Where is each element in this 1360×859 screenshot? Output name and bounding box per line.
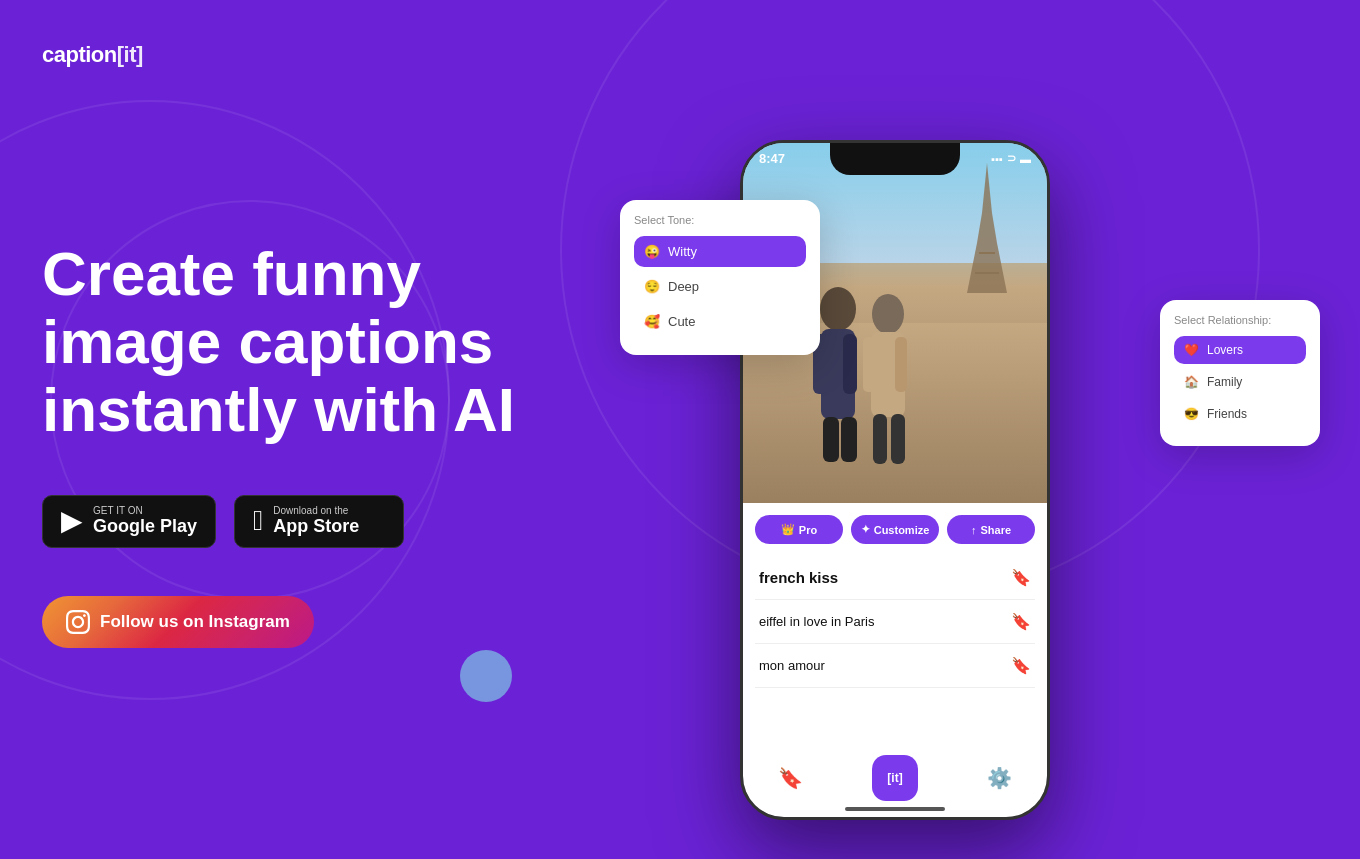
bookmark-icon-1[interactable]: 🔖 xyxy=(1011,568,1031,587)
svg-point-11 xyxy=(872,294,904,334)
home-indicator xyxy=(845,807,945,811)
instagram-label: Follow us on Instagram xyxy=(100,612,290,632)
caption-item-1[interactable]: french kiss 🔖 xyxy=(755,556,1035,600)
tone-witty-icon: 😜 xyxy=(644,244,660,259)
svg-rect-16 xyxy=(891,414,905,464)
svg-marker-0 xyxy=(982,163,992,213)
bookmark-icon-3[interactable]: 🔖 xyxy=(1011,656,1031,675)
svg-rect-15 xyxy=(873,414,887,464)
nav-logo-text: [it] xyxy=(887,771,902,785)
phone-area: Select Tone: 😜 Witty 😌 Deep 🥰 Cute Selec… xyxy=(620,80,1320,859)
google-play-icon: ▶ xyxy=(61,507,83,535)
left-content: Create funny image captions instantly wi… xyxy=(42,240,642,648)
svg-point-5 xyxy=(820,287,856,331)
rel-friends[interactable]: 😎 Friends xyxy=(1174,400,1306,428)
rel-lovers[interactable]: ❤️ Lovers xyxy=(1174,336,1306,364)
svg-marker-2 xyxy=(967,243,1007,293)
crown-icon: 👑 xyxy=(781,523,795,536)
nav-bookmark-icon[interactable]: 🔖 xyxy=(778,766,803,790)
google-play-label-big: Google Play xyxy=(93,516,197,538)
rel-family-icon: 🏠 xyxy=(1184,375,1199,389)
tone-deep-icon: 😌 xyxy=(644,279,660,294)
wifi-icon: ⊃ xyxy=(1007,152,1016,165)
svg-marker-1 xyxy=(977,213,997,243)
rel-friends-label: Friends xyxy=(1207,407,1247,421)
phone-time: 8:47 xyxy=(759,151,785,166)
tone-witty-label: Witty xyxy=(668,244,697,259)
headline-line3: instantly with AI xyxy=(42,376,642,444)
share-label: Share xyxy=(980,524,1011,536)
nav-settings-icon[interactable]: ⚙️ xyxy=(987,766,1012,790)
pro-label: Pro xyxy=(799,524,817,536)
svg-rect-14 xyxy=(895,337,907,392)
svg-rect-10 xyxy=(841,417,857,462)
headline: Create funny image captions instantly wi… xyxy=(42,240,642,445)
caption-text-3: mon amour xyxy=(759,658,825,673)
google-play-label-small: GET IT ON xyxy=(93,506,197,516)
phone-nav: 🔖 [it] ⚙️ xyxy=(743,755,1047,801)
pro-button[interactable]: 👑 Pro xyxy=(755,515,843,544)
store-buttons: ▶ GET IT ON Google Play  Download on th… xyxy=(42,495,642,549)
headline-line2: image captions xyxy=(42,308,642,376)
relationship-panel: Select Relationship: ❤️ Lovers 🏠 Family … xyxy=(1160,300,1320,446)
rel-friends-icon: 😎 xyxy=(1184,407,1199,421)
phone-status-bar: 8:47 ▪▪▪ ⊃ ▬ xyxy=(759,151,1031,166)
rel-family-label: Family xyxy=(1207,375,1242,389)
tone-cute-label: Cute xyxy=(668,314,695,329)
phone-status-icons: ▪▪▪ ⊃ ▬ xyxy=(991,152,1031,165)
app-store-label-small: Download on the xyxy=(273,506,359,516)
bookmark-icon-2[interactable]: 🔖 xyxy=(1011,612,1031,631)
phone-bottom: 👑 Pro ✦ Customize ↑ Share french kiss 🔖 xyxy=(743,503,1047,817)
tone-deep-label: Deep xyxy=(668,279,699,294)
share-button[interactable]: ↑ Share xyxy=(947,515,1035,544)
customize-icon: ✦ xyxy=(861,523,870,536)
caption-text-1: french kiss xyxy=(759,569,838,586)
eiffel-tower xyxy=(957,163,1017,297)
svg-rect-9 xyxy=(823,417,839,462)
google-play-button[interactable]: ▶ GET IT ON Google Play xyxy=(42,495,216,549)
svg-rect-13 xyxy=(863,337,875,392)
tone-deep[interactable]: 😌 Deep xyxy=(634,271,806,302)
tone-witty[interactable]: 😜 Witty xyxy=(634,236,806,267)
logo: caption[it] xyxy=(42,42,143,68)
caption-item-3[interactable]: mon amour 🔖 xyxy=(755,644,1035,688)
tone-panel: Select Tone: 😜 Witty 😌 Deep 🥰 Cute xyxy=(620,200,820,355)
tone-panel-title: Select Tone: xyxy=(634,214,806,226)
app-store-text: Download on the App Store xyxy=(273,506,359,538)
app-store-button[interactable]:  Download on the App Store xyxy=(234,495,404,549)
action-buttons: 👑 Pro ✦ Customize ↑ Share xyxy=(755,515,1035,544)
tone-cute[interactable]: 🥰 Cute xyxy=(634,306,806,337)
apple-icon:  xyxy=(253,507,263,535)
rel-lovers-icon: ❤️ xyxy=(1184,343,1199,357)
rel-lovers-label: Lovers xyxy=(1207,343,1243,357)
caption-text-2: eiffel in love in Paris xyxy=(759,614,874,629)
google-play-text: GET IT ON Google Play xyxy=(93,506,197,538)
caption-item-2[interactable]: eiffel in love in Paris 🔖 xyxy=(755,600,1035,644)
tone-cute-icon: 🥰 xyxy=(644,314,660,329)
app-store-label-big: App Store xyxy=(273,516,359,538)
svg-rect-8 xyxy=(843,334,857,394)
relationship-panel-title: Select Relationship: xyxy=(1174,314,1306,326)
caption-list: french kiss 🔖 eiffel in love in Paris 🔖 … xyxy=(755,556,1035,688)
signal-icon: ▪▪▪ xyxy=(991,153,1003,165)
instagram-button[interactable]: Follow us on Instagram xyxy=(42,596,314,648)
customize-button[interactable]: ✦ Customize xyxy=(851,515,939,544)
logo-bracket: [it] xyxy=(117,42,143,67)
share-icon: ↑ xyxy=(971,524,977,536)
instagram-icon xyxy=(66,610,90,634)
headline-line1: Create funny xyxy=(42,240,642,308)
customize-label: Customize xyxy=(874,524,930,536)
rel-family[interactable]: 🏠 Family xyxy=(1174,368,1306,396)
nav-logo[interactable]: [it] xyxy=(872,755,918,801)
battery-icon: ▬ xyxy=(1020,153,1031,165)
blue-dot xyxy=(460,650,512,702)
